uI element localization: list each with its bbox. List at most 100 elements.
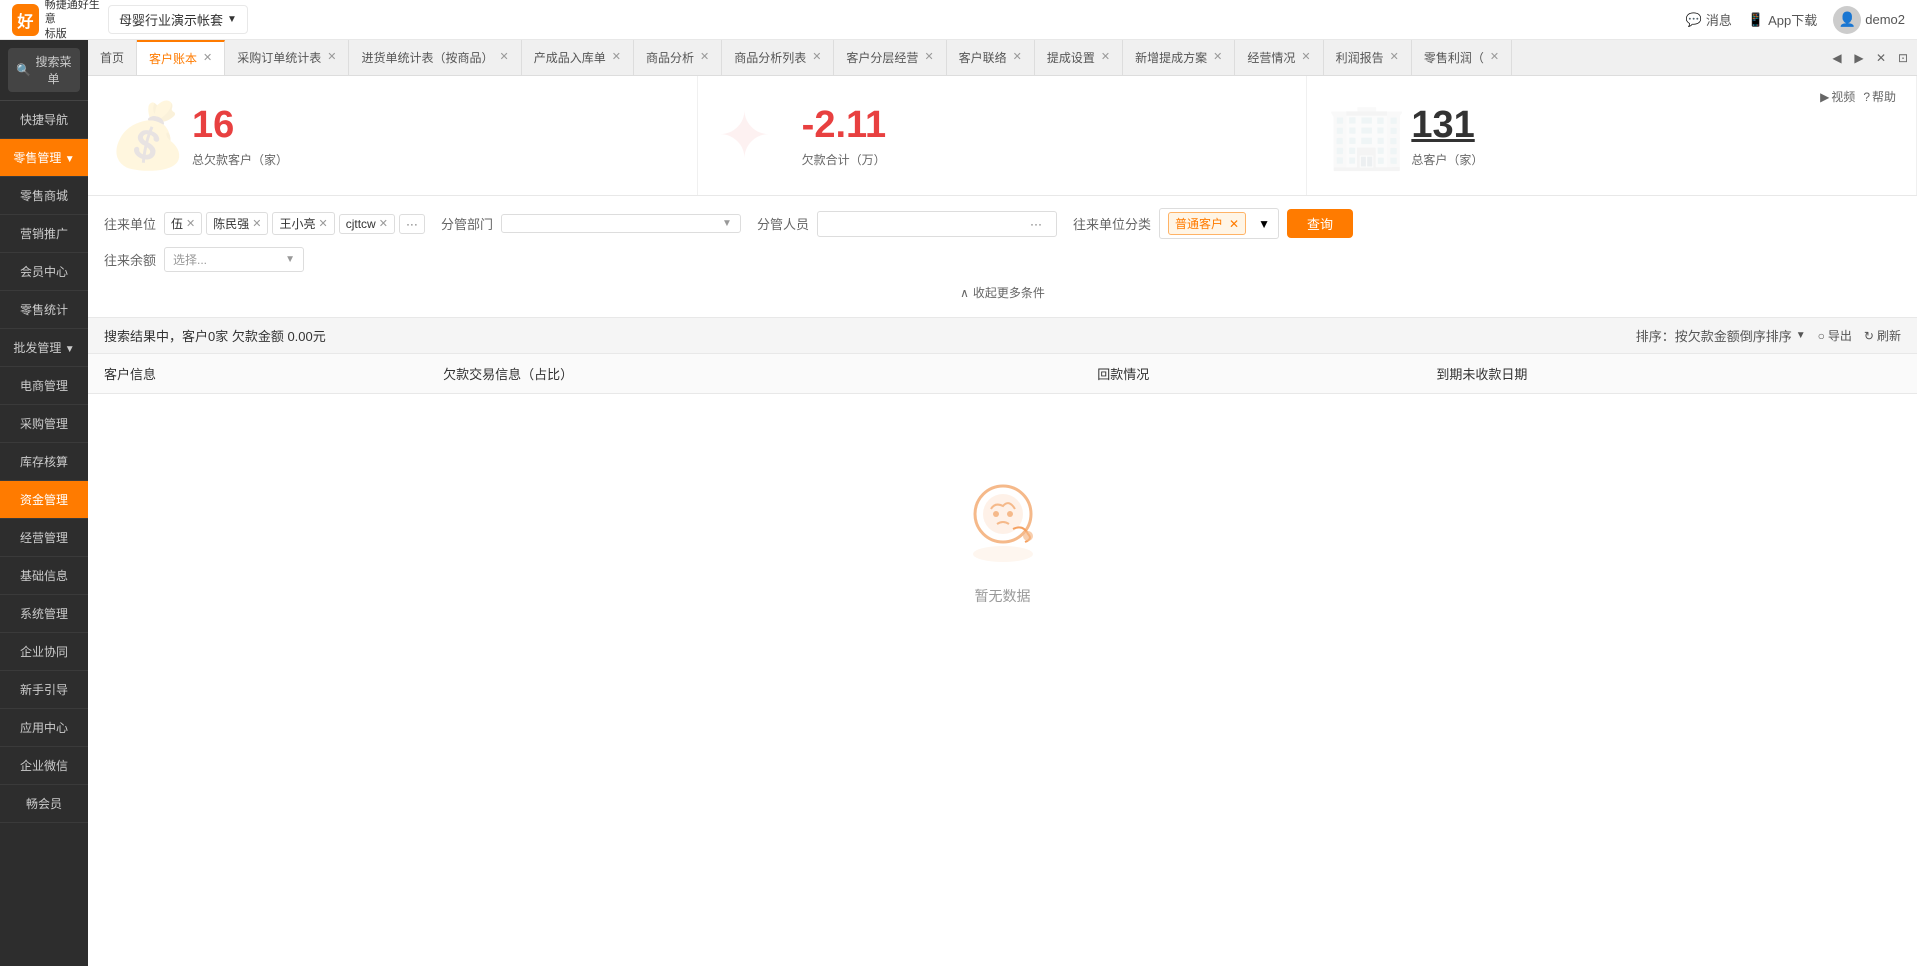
sidebar-item-enterprise-collab[interactable]: 企业协同 <box>0 633 88 671</box>
tag-text: 陈民强 <box>213 215 249 232</box>
video-link[interactable]: ▶ 视频 <box>1820 88 1855 105</box>
app-download-btn[interactable]: 📱 App下载 <box>1748 10 1817 29</box>
user-menu[interactable]: 👤 demo2 <box>1833 6 1905 34</box>
sidebar-item-inventory[interactable]: 库存核算 <box>0 443 88 481</box>
tab-close-all-btn[interactable]: ✕ <box>1871 48 1891 68</box>
sidebar-item-wholesale[interactable]: 批发管理 ▼ <box>0 329 88 367</box>
tab-label: 商品分析 <box>646 49 694 66</box>
stat-top-actions: ▶ 视频 ? 帮助 <box>1820 88 1896 105</box>
manager-more-btn[interactable]: ··· <box>1024 215 1048 233</box>
tag-text: cjttcw <box>346 217 376 231</box>
sidebar-item-beginner-guide[interactable]: 新手引导 <box>0 671 88 709</box>
tab-next-btn[interactable]: ▶ <box>1849 48 1869 68</box>
balance-filter-label: 往来余额 <box>104 250 156 269</box>
close-icon[interactable]: ✕ <box>924 52 933 63</box>
main-content: 💰 16 总欠款客户（家） ✦ -2.11 欠款合计（万） ▶ 视频 ? <box>88 76 1917 966</box>
tag-close-icon[interactable]: ✕ <box>319 217 328 230</box>
unit-tag-wu: 伍 ✕ <box>164 212 202 235</box>
export-button[interactable]: ○ 导出 <box>1818 327 1852 344</box>
query-button[interactable]: 查询 <box>1287 209 1353 238</box>
tab-prev-btn[interactable]: ◀ <box>1827 48 1847 68</box>
tab-customer-account[interactable]: 客户账本 ✕ <box>137 40 225 76</box>
close-icon[interactable]: ✕ <box>1213 52 1222 63</box>
tag-close-icon[interactable]: ✕ <box>379 217 388 230</box>
close-icon[interactable]: ✕ <box>1013 52 1022 63</box>
stat-value-customers: 16 <box>192 104 288 147</box>
tab-customer-contact[interactable]: 客户联络 ✕ <box>947 40 1035 76</box>
store-selector[interactable]: 母婴行业演示帐套 ▼ <box>108 5 248 34</box>
more-tags-btn[interactable]: ··· <box>399 214 425 234</box>
tab-purchase-order[interactable]: 采购订单统计表 ✕ <box>225 40 349 76</box>
collapse-button[interactable]: ∧ 收起更多条件 <box>104 280 1901 305</box>
col-payment-status: 回款情况 <box>1081 354 1420 394</box>
sidebar-item-system[interactable]: 系统管理 <box>0 595 88 633</box>
sidebar-item-basic-info[interactable]: 基础信息 <box>0 557 88 595</box>
sidebar-item-operations-mgmt[interactable]: 经营管理 <box>0 519 88 557</box>
sidebar-item-ecommerce[interactable]: 电商管理 <box>0 367 88 405</box>
refresh-button[interactable]: ↻ 刷新 <box>1864 327 1901 344</box>
top-bar-left: 好 畅捷通好生意 标版 母婴行业演示帐套 ▼ <box>12 0 248 41</box>
manager-selector[interactable]: ··· <box>817 211 1057 237</box>
tab-label: 经营情况 <box>1247 49 1295 66</box>
sidebar-item-retail-mall[interactable]: 零售商城 <box>0 177 88 215</box>
tab-product-in[interactable]: 产成品入库单 ✕ <box>522 40 634 76</box>
sort-label: 排序：按欠款金额倒序排序 <box>1636 326 1792 345</box>
tag-close-icon[interactable]: ✕ <box>252 217 261 230</box>
tab-home[interactable]: 首页 <box>88 40 137 76</box>
sidebar-item-purchase[interactable]: 采购管理 <box>0 405 88 443</box>
tab-expand-btn[interactable]: ⊡ <box>1893 48 1913 68</box>
tab-retail-profit[interactable]: 零售利润（ ✕ <box>1412 40 1512 76</box>
sidebar-item-retail-stats[interactable]: 零售统计 <box>0 291 88 329</box>
close-icon[interactable]: ✕ <box>327 52 336 63</box>
tab-operations[interactable]: 经营情况 ✕ <box>1235 40 1323 76</box>
play-icon: ▶ <box>1820 90 1829 104</box>
tab-product-analysis[interactable]: 商品分析 ✕ <box>634 40 722 76</box>
sidebar-item-retail-management[interactable]: 零售管理 ▼ <box>0 139 88 177</box>
sidebar-item-marketing[interactable]: 营销推广 <box>0 215 88 253</box>
sidebar: 🔍 搜索菜单 快捷导航 零售管理 ▼ 零售商城 营销推广 会员中心 零售统计 批… <box>0 40 88 966</box>
message-btn[interactable]: 💬 消息 <box>1686 10 1732 29</box>
tab-purchase-stats[interactable]: 进货单统计表（按商品） ✕ <box>349 40 521 76</box>
tab-profit-report[interactable]: 利润报告 ✕ <box>1324 40 1412 76</box>
close-icon[interactable]: ✕ <box>1301 52 1310 63</box>
dept-selector[interactable]: ▼ <box>501 214 741 233</box>
sidebar-item-member[interactable]: 会员中心 <box>0 253 88 291</box>
balance-selector[interactable]: 选择... ▼ <box>164 247 304 272</box>
sidebar-search-button[interactable]: 🔍 搜索菜单 <box>8 48 80 92</box>
chevron-down-icon: ▼ <box>1258 217 1270 231</box>
tab-product-analysis-list[interactable]: 商品分析列表 ✕ <box>722 40 834 76</box>
stat-card-amount: ✦ -2.11 欠款合计（万） <box>698 76 1308 195</box>
message-label: 消息 <box>1706 10 1732 29</box>
close-icon[interactable]: ✕ <box>203 53 212 64</box>
close-icon[interactable]: ✕ <box>700 52 709 63</box>
empty-icon <box>953 474 1053 574</box>
close-icon[interactable]: ✕ <box>1490 52 1499 63</box>
unit-tag-chen: 陈民强 ✕ <box>206 212 268 235</box>
unit-tag-cjttcw: cjttcw ✕ <box>339 214 395 234</box>
help-link[interactable]: ? 帮助 <box>1863 88 1896 105</box>
category-selector[interactable]: 普通客户 ✕ ▼ <box>1159 208 1279 239</box>
sidebar-item-enterprise-wechat[interactable]: 企业微信 <box>0 747 88 785</box>
sidebar-item-app-center[interactable]: 应用中心 <box>0 709 88 747</box>
sidebar-item-chang-member[interactable]: 畅会员 <box>0 785 88 823</box>
search-icon: 🔍 <box>16 63 31 77</box>
sidebar-item-finance[interactable]: 资金管理 <box>0 481 88 519</box>
tag-close-icon[interactable]: ✕ <box>186 217 195 230</box>
close-icon[interactable]: ✕ <box>1390 52 1399 63</box>
tab-label: 采购订单统计表 <box>237 49 321 66</box>
close-icon[interactable]: ✕ <box>612 52 621 63</box>
tab-new-commission[interactable]: 新增提成方案 ✕ <box>1123 40 1235 76</box>
stat-label-customers: 总欠款客户（家） <box>192 151 288 168</box>
sort-selector[interactable]: 排序：按欠款金额倒序排序 ▼ <box>1636 326 1806 345</box>
chevron-down-icon: ▼ <box>722 218 732 229</box>
tag-close-icon[interactable]: ✕ <box>1229 217 1239 231</box>
logo-area: 好 畅捷通好生意 标版 <box>12 0 100 41</box>
close-icon[interactable]: ✕ <box>1101 52 1110 63</box>
tab-customer-segment[interactable]: 客户分层经营 ✕ <box>834 40 946 76</box>
refresh-icon: ○ <box>1818 329 1825 343</box>
sidebar-item-quick-nav[interactable]: 快捷导航 <box>0 101 88 139</box>
close-icon[interactable]: ✕ <box>812 52 821 63</box>
close-icon[interactable]: ✕ <box>500 52 509 63</box>
tab-commission-settings[interactable]: 提成设置 ✕ <box>1035 40 1123 76</box>
stat-info-2: -2.11 欠款合计（万） <box>802 104 887 168</box>
